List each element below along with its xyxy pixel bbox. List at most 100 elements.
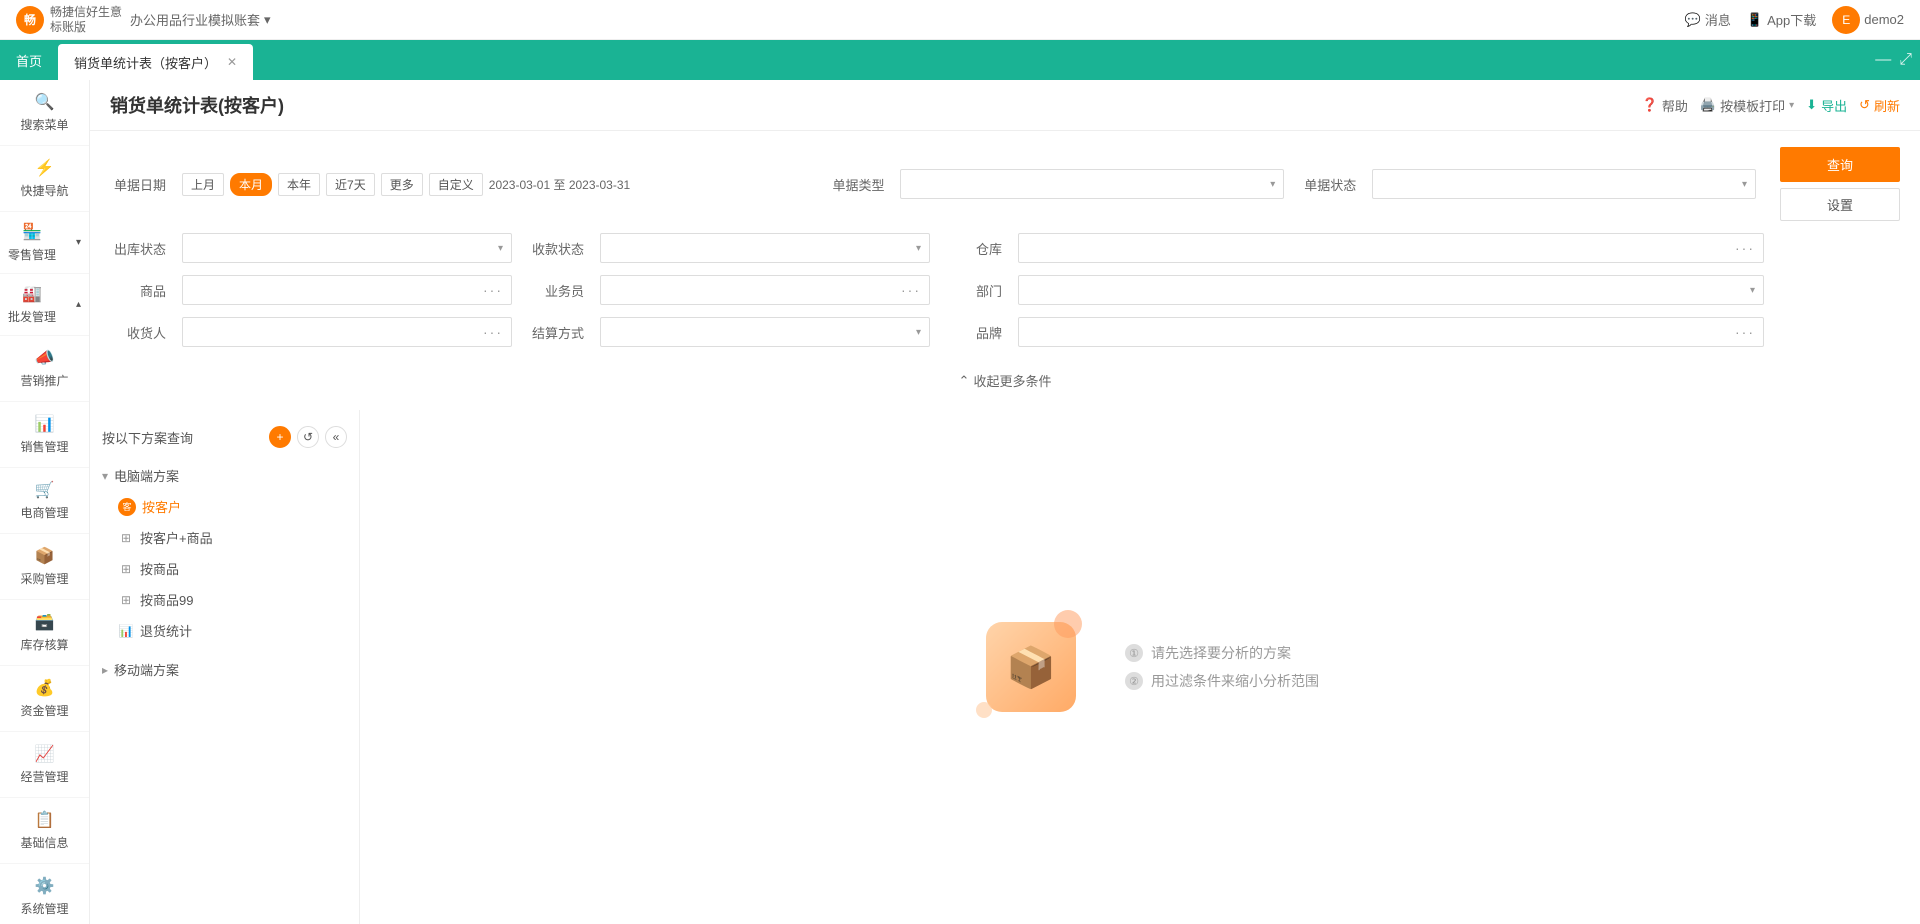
query-button[interactable]: 查询 xyxy=(1780,147,1900,182)
empty-hint-2: ② 用过滤条件来缩小分析范围 xyxy=(1125,671,1319,691)
tree-expand-icon: ▾ xyxy=(102,469,108,483)
tab-bar: 首页 销货单统计表（按客户） ✕ — ⤢ xyxy=(0,40,1920,80)
sidebar-item-ecommerce[interactable]: 🛒 电商管理 xyxy=(0,468,89,534)
logo-area: 畅 畅捷信好生意 标账版 xyxy=(16,5,122,34)
collapse-panel-button[interactable]: « xyxy=(325,426,347,448)
tab-minimize-button[interactable]: — xyxy=(1875,51,1891,69)
filter-row-3: 商品 ··· 业务员 ··· 部门 ▾ xyxy=(110,275,1900,305)
sidebar-item-basics[interactable]: 📋 基础信息 xyxy=(0,798,89,864)
page-header: 销货单统计表(按客户) ❓ 帮助 🖨️ 按模板打印 ▾ ⬇ 导出 xyxy=(90,80,1920,131)
marketing-icon: 📣 xyxy=(35,348,55,368)
sidebar-item-marketing[interactable]: 📣 营销推广 xyxy=(0,336,89,402)
sidebar: 🔍 搜索菜单 ⚡ 快捷导航 🏪 零售管理 ▾ 🏭 批发管理 ▴ xyxy=(0,80,90,924)
tree-parent-mobile[interactable]: ▸ 移动端方案 xyxy=(90,654,359,685)
date-btn-last-month[interactable]: 上月 xyxy=(182,173,224,196)
refresh-scheme-button[interactable]: ↺ xyxy=(297,426,319,448)
date-label: 单据日期 xyxy=(110,175,166,194)
add-scheme-button[interactable]: + xyxy=(269,426,291,448)
app-download-button[interactable]: 📱 App下载 xyxy=(1747,10,1816,29)
tree-child-by-goods-99[interactable]: ⊞ 按商品99 xyxy=(90,584,359,615)
collapse-button[interactable]: ⌃ 收起更多条件 xyxy=(951,363,1060,398)
type-select[interactable]: ▾ xyxy=(900,169,1284,199)
tab-home-label: 首页 xyxy=(16,51,42,70)
tab-sales-stat[interactable]: 销货单统计表（按客户） ✕ xyxy=(58,44,253,80)
sidebar-item-purchase[interactable]: 📦 采购管理 xyxy=(0,534,89,600)
settlement-label: 结算方式 xyxy=(528,323,584,342)
tab-maximize-button[interactable]: ⤢ xyxy=(1899,51,1912,69)
goods-icon: ⊞ xyxy=(118,561,134,577)
out-status-label: 出库状态 xyxy=(110,239,166,258)
sidebar-item-system[interactable]: ⚙️ 系统管理 xyxy=(0,864,89,924)
tab-home[interactable]: 首页 xyxy=(0,40,58,80)
empty-text-area: ① 请先选择要分析的方案 ② 用过滤条件来缩小分析范围 xyxy=(1125,643,1319,691)
empty-state-container: 📦 ① 请先选择要分析的方案 ② xyxy=(961,597,1319,737)
date-btn-more[interactable]: 更多 xyxy=(381,173,423,196)
status-label: 单据状态 xyxy=(1300,175,1356,194)
date-btn-custom[interactable]: 自定义 xyxy=(429,173,483,196)
dept-select[interactable]: ▾ xyxy=(1018,275,1764,305)
tree-parent-mobile-label: 移动端方案 xyxy=(114,660,179,679)
search-icon: 🔍 xyxy=(35,92,55,112)
payment-status-select[interactable]: ▾ xyxy=(600,233,930,263)
tree-parent-pc[interactable]: ▾ 电脑端方案 xyxy=(90,460,359,491)
collapse-area: ⌃ 收起更多条件 xyxy=(110,359,1900,402)
refresh-button[interactable]: ↺ 刷新 xyxy=(1859,96,1900,115)
message-button[interactable]: 💬 消息 xyxy=(1685,10,1731,29)
biz-selector[interactable]: 办公用品行业模拟账套 ▾ xyxy=(130,10,271,29)
brand-label: 品牌 xyxy=(946,323,1002,342)
date-options-group: 上月 本月 本年 近7天 更多 自定义 2023-03-01 至 2023-03… xyxy=(182,173,630,196)
tree-child-by-customer[interactable]: 客 按客户 xyxy=(90,491,359,522)
goods-label: 商品 xyxy=(110,281,166,300)
brand-select[interactable]: ··· xyxy=(1018,317,1764,347)
shortcuts-icon: ⚡ xyxy=(35,158,55,178)
tab-sales-stat-label: 销货单统计表（按客户） xyxy=(74,53,217,72)
page-header-actions: ❓ 帮助 🖨️ 按模板打印 ▾ ⬇ 导出 ↺ 刷新 xyxy=(1642,96,1900,127)
dept-arrow: ▾ xyxy=(1750,285,1755,296)
sidebar-item-retail[interactable]: 🏪 零售管理 ▾ xyxy=(0,212,89,274)
warehouse-select[interactable]: ··· xyxy=(1018,233,1764,263)
help-button[interactable]: ❓ 帮助 xyxy=(1642,96,1688,115)
salesperson-select[interactable]: ··· xyxy=(600,275,930,305)
tree-child-by-customer-goods[interactable]: ⊞ 按客户+商品 xyxy=(90,522,359,553)
tab-actions: — ⤢ xyxy=(1875,51,1920,69)
sidebar-item-inventory[interactable]: 🗃️ 库存核算 xyxy=(0,600,89,666)
payment-status-arrow: ▾ xyxy=(916,243,921,254)
export-button[interactable]: ⬇ 导出 xyxy=(1806,96,1847,115)
settings-button[interactable]: 设置 xyxy=(1780,188,1900,221)
right-content: 📦 ① 请先选择要分析的方案 ② xyxy=(360,410,1920,924)
date-btn-this-month[interactable]: 本月 xyxy=(230,173,272,196)
system-icon: ⚙️ xyxy=(35,876,55,896)
date-btn-this-year[interactable]: 本年 xyxy=(278,173,320,196)
tree-child-by-goods[interactable]: ⊞ 按商品 xyxy=(90,553,359,584)
top-bar-left: 畅 畅捷信好生意 标账版 办公用品行业模拟账套 ▾ xyxy=(16,5,271,34)
ecommerce-icon: 🛒 xyxy=(35,480,55,500)
sidebar-item-wholesale[interactable]: 🏭 批发管理 ▴ xyxy=(0,274,89,336)
sidebar-item-finance[interactable]: 💰 资金管理 xyxy=(0,666,89,732)
download-icon: 📱 xyxy=(1747,12,1763,28)
top-bar: 畅 畅捷信好生意 标账版 办公用品行业模拟账套 ▾ 💬 消息 📱 App下载 xyxy=(0,0,1920,40)
inventory-icon: 🗃️ xyxy=(35,612,55,632)
user-menu[interactable]: E demo2 xyxy=(1832,6,1904,34)
message-icon: 💬 xyxy=(1685,12,1701,28)
tree-child-return-stat[interactable]: 📊 退货统计 xyxy=(90,615,359,646)
out-status-select[interactable]: ▾ xyxy=(182,233,512,263)
tab-close-button[interactable]: ✕ xyxy=(227,55,237,69)
sidebar-item-shortcuts[interactable]: ⚡ 快捷导航 xyxy=(0,146,89,212)
goods99-icon: ⊞ xyxy=(118,592,134,608)
sidebar-item-search[interactable]: 🔍 搜索菜单 xyxy=(0,80,89,146)
receiver-select[interactable]: ··· xyxy=(182,317,512,347)
status-select[interactable]: ▾ xyxy=(1372,169,1756,199)
sidebar-item-operations[interactable]: 📈 经营管理 xyxy=(0,732,89,798)
date-btn-last-7-days[interactable]: 近7天 xyxy=(326,173,375,196)
logo-icon: 畅 xyxy=(16,6,44,34)
panel-header: 按以下方案查询 + ↺ « xyxy=(90,418,359,456)
brand-more-icon: ··· xyxy=(1735,324,1755,340)
wholesale-expand-icon: ▴ xyxy=(76,299,81,310)
tree-section-mobile: ▸ 移动端方案 xyxy=(90,650,359,689)
tree-parent-pc-label: 电脑端方案 xyxy=(114,466,179,485)
sidebar-item-sales[interactable]: 📊 销售管理 xyxy=(0,402,89,468)
settlement-select[interactable]: ▾ xyxy=(600,317,930,347)
goods-select[interactable]: ··· xyxy=(182,275,512,305)
refresh-icon: ↺ xyxy=(1859,97,1870,113)
template-print-button[interactable]: 🖨️ 按模板打印 ▾ xyxy=(1700,96,1794,115)
